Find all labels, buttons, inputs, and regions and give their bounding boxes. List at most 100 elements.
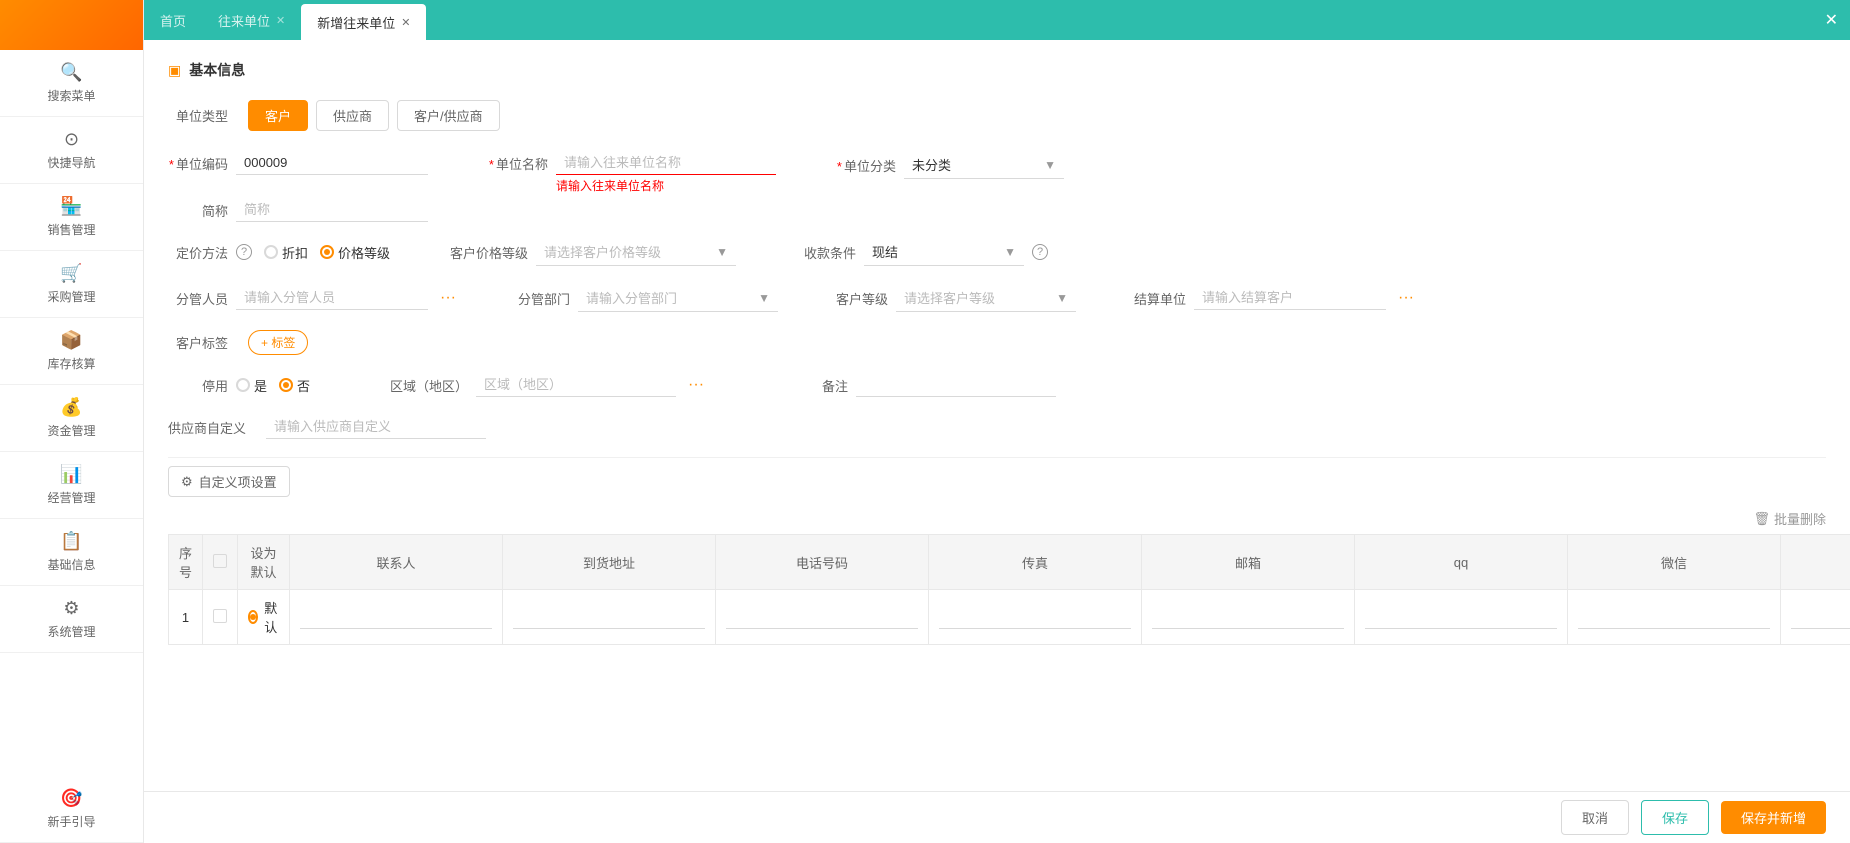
newbie-icon: 🎯 [60, 788, 82, 809]
unit-btn-both[interactable]: 客户/供应商 [397, 100, 500, 131]
pricing-level-radio[interactable]: 价格等级 [320, 243, 390, 262]
sidebar-item-basic[interactable]: 📋 基础信息 [0, 519, 143, 586]
disabled-no-radio[interactable]: 否 [279, 376, 310, 395]
sidebar-label-finance: 资金管理 [47, 422, 95, 439]
unit-name-input[interactable] [556, 151, 776, 175]
td-email [1142, 590, 1355, 645]
header-checkbox[interactable] [213, 554, 227, 568]
tab-new-partner-close[interactable]: ✕ [401, 16, 410, 29]
td-checkbox [203, 590, 238, 645]
td-address [503, 590, 716, 645]
payment-terms-select[interactable]: 现结 ▼ [864, 238, 1024, 266]
unit-type-row: 单位类型 客户 供应商 客户/供应商 [168, 100, 1826, 131]
manager-input[interactable] [236, 286, 428, 310]
manager-more-btn[interactable]: ··· [436, 289, 460, 307]
unit-btn-supplier[interactable]: 供应商 [316, 100, 389, 131]
bottom-bar: 取消 保存 保存并新增 [144, 791, 1850, 843]
supplier-custom-input[interactable] [266, 415, 486, 439]
sidebar-item-search[interactable]: 🔍 搜索菜单 [0, 50, 143, 117]
form-content: ▣ 基本信息 单位类型 客户 供应商 客户/供应商 单位编码 单位名称 [144, 40, 1850, 791]
window-close-button[interactable]: ✕ [1825, 10, 1838, 30]
sidebar-label-operations: 经营管理 [47, 489, 95, 506]
qq-input[interactable] [1365, 605, 1557, 629]
sidebar-item-inventory[interactable]: 📦 库存核算 [0, 318, 143, 385]
sidebar-header [0, 0, 143, 50]
unit-code-label: 单位编码 [168, 154, 228, 173]
area-input[interactable] [1791, 605, 1850, 629]
tab-partners[interactable]: 往来单位 ✕ [202, 0, 301, 40]
pricing-discount-radio[interactable]: 折扣 [264, 243, 308, 262]
th-seq: 序号 [169, 535, 203, 590]
email-input[interactable] [1152, 605, 1344, 629]
customer-level-group: 客户等级 请选择客户等级 ▼ [828, 284, 1076, 312]
price-level-arrow: ▼ [716, 245, 728, 259]
row-checkbox[interactable] [213, 609, 227, 623]
unit-name-inner: 单位名称 [488, 151, 776, 175]
disabled-group: 停用 是 否 [168, 376, 310, 395]
tab-partners-close[interactable]: ✕ [276, 14, 285, 27]
region-label: 区域（地区） [390, 376, 468, 395]
region-more-btn[interactable]: ··· [684, 376, 708, 394]
save-new-button[interactable]: 保存并新增 [1721, 801, 1826, 834]
pricing-help-icon[interactable]: ? [236, 244, 252, 260]
section-title: 基本信息 [189, 60, 245, 80]
manager-label: 分管人员 [168, 289, 228, 308]
department-select[interactable]: 请输入分管部门 ▼ [578, 284, 778, 312]
unit-category-select[interactable]: 未分类 ▼ [904, 151, 1064, 179]
wechat-input[interactable] [1578, 605, 1770, 629]
sidebar-item-quicknav[interactable]: ⊙ 快捷导航 [0, 117, 143, 184]
tab-home[interactable]: 首页 [144, 0, 202, 40]
batch-delete-button[interactable]: 🗑 批量删除 [1753, 509, 1826, 528]
settlement-input[interactable] [1194, 286, 1386, 310]
sidebar-item-finance[interactable]: 💰 资金管理 [0, 385, 143, 452]
payment-terms-help-icon[interactable]: ? [1032, 244, 1048, 260]
batch-delete-label: 批量删除 [1774, 509, 1826, 528]
save-button[interactable]: 保存 [1641, 800, 1709, 835]
address-input[interactable] [513, 605, 705, 629]
remarks-input[interactable] [856, 373, 1056, 397]
system-icon: ⚙ [63, 598, 79, 619]
custom-settings-label: 自定义项设置 [199, 472, 277, 491]
contact-input[interactable] [300, 605, 492, 629]
tabbar: 首页 往来单位 ✕ 新增往来单位 ✕ ✕ [144, 0, 1850, 40]
row-default-radio[interactable]: 默认 [248, 598, 279, 636]
unit-type-label: 单位类型 [168, 106, 228, 125]
sidebar-item-sales[interactable]: 🏪 销售管理 [0, 184, 143, 251]
row-tags: 客户标签 + 标签 [168, 330, 1826, 355]
region-group: 区域（地区） ··· [390, 373, 708, 397]
add-tag-button[interactable]: + 标签 [248, 330, 308, 355]
disabled-yes-radio[interactable]: 是 [236, 376, 267, 395]
fax-input[interactable] [939, 605, 1131, 629]
tab-new-partner[interactable]: 新增往来单位 ✕ [301, 4, 426, 40]
unit-category-label: 单位分类 [836, 156, 896, 175]
sidebar-item-operations[interactable]: 📊 经营管理 [0, 452, 143, 519]
remarks-label: 备注 [788, 376, 848, 395]
customer-price-level-select[interactable]: 请选择客户价格等级 ▼ [536, 238, 736, 266]
sidebar-label-sales: 销售管理 [47, 221, 95, 238]
unit-category-group: 单位分类 未分类 ▼ [836, 151, 1064, 179]
inventory-icon: 📦 [60, 330, 82, 351]
customer-level-placeholder: 请选择客户等级 [904, 288, 995, 307]
unit-btn-customer[interactable]: 客户 [248, 100, 308, 131]
phone-input[interactable] [726, 605, 918, 629]
search-icon: 🔍 [60, 62, 82, 83]
short-name-input[interactable] [236, 198, 428, 222]
short-name-label: 简称 [168, 201, 228, 220]
th-contact: 联系人 [290, 535, 503, 590]
settlement-more-btn[interactable]: ··· [1394, 289, 1418, 307]
cancel-button[interactable]: 取消 [1561, 800, 1629, 835]
unit-code-input[interactable] [236, 151, 428, 175]
pricing-radio-group: 折扣 价格等级 [264, 243, 390, 262]
region-input[interactable] [476, 373, 676, 397]
tab-partners-label: 往来单位 [218, 11, 270, 30]
customer-level-select[interactable]: 请选择客户等级 ▼ [896, 284, 1076, 312]
row-short-name: 简称 [168, 198, 1826, 222]
custom-settings-button[interactable]: ⚙ 自定义项设置 [168, 466, 290, 497]
customer-price-level-group: 客户价格等级 请选择客户价格等级 ▼ [450, 238, 736, 266]
sidebar-item-system[interactable]: ⚙ 系统管理 [0, 586, 143, 653]
td-qq [1355, 590, 1568, 645]
sidebar-item-newbie[interactable]: 🎯 新手引导 [0, 776, 143, 843]
pricing-method-group: 定价方法 ? 折扣 价格等级 [168, 243, 390, 262]
sidebar-item-purchase[interactable]: 🛒 采购管理 [0, 251, 143, 318]
main-area: 首页 往来单位 ✕ 新增往来单位 ✕ ✕ ▣ 基本信息 单位类型 客户 供应商 … [144, 0, 1850, 843]
